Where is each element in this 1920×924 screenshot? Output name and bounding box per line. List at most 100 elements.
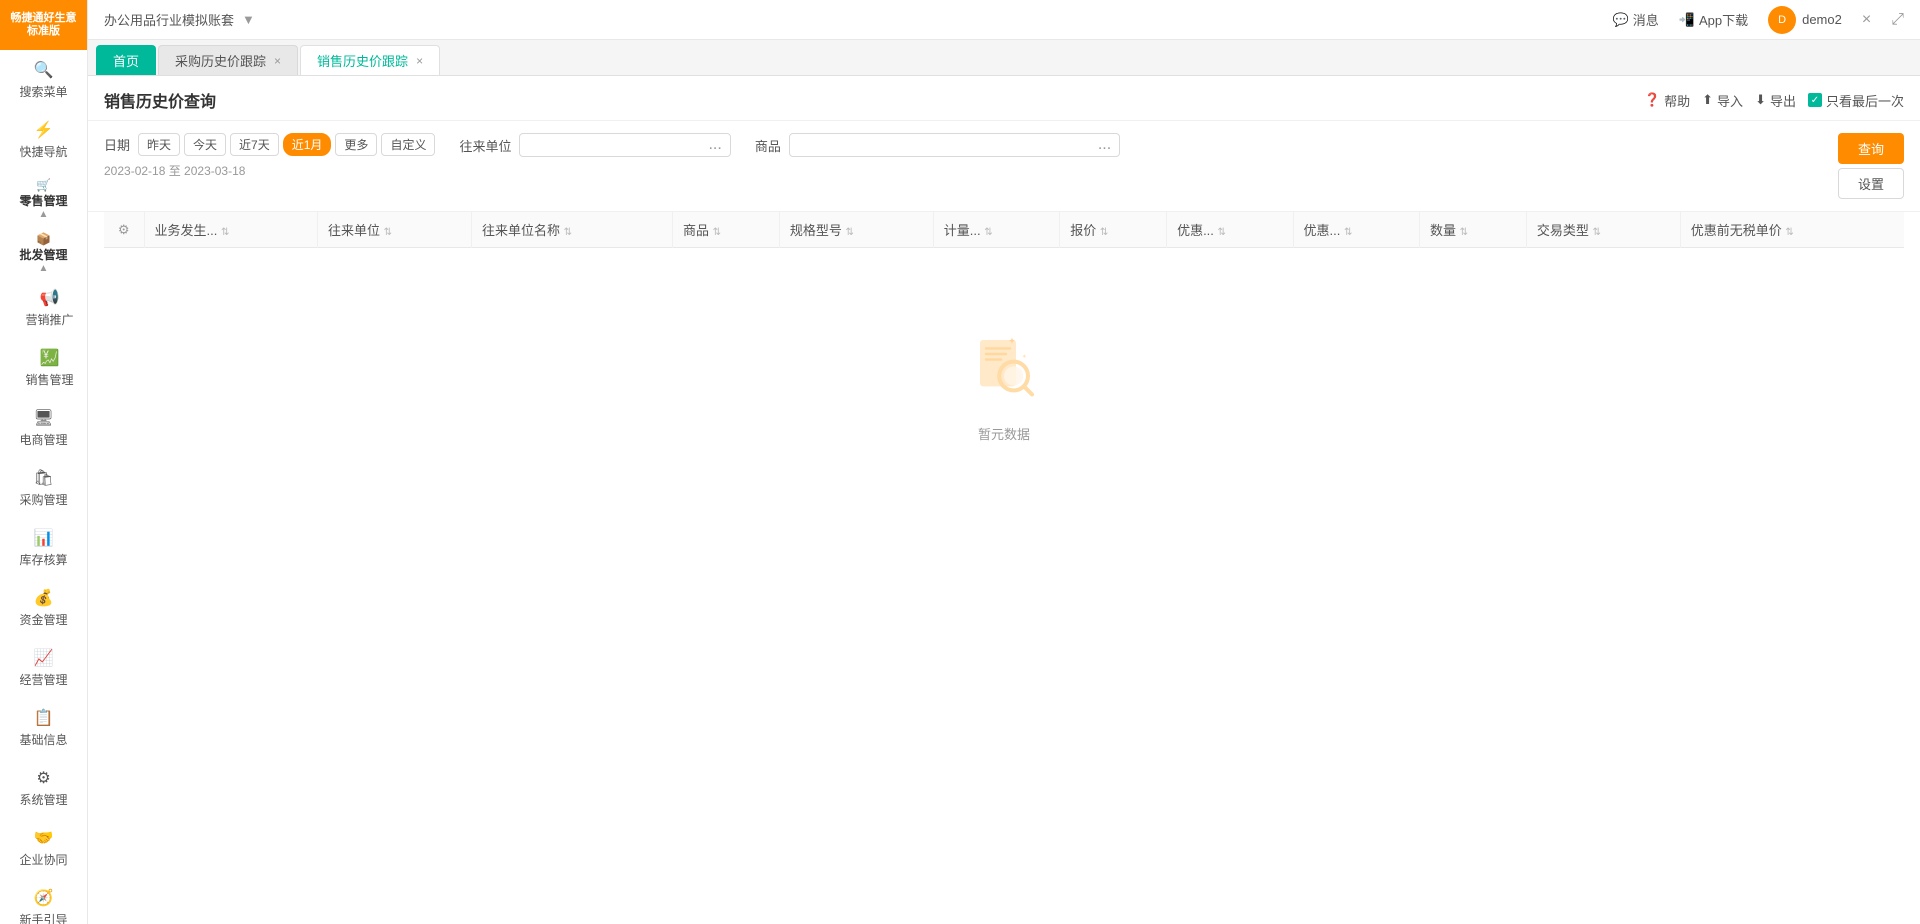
user-menu[interactable]: D demo2 [1768,6,1842,34]
sidebar-item-label-search: 搜索菜单 [19,83,67,100]
sidebar-item-system[interactable]: ⚙ 系统管理 [0,758,87,818]
enterprise-icon: 🤝 [34,828,54,848]
sidebar: 畅捷通好生意 标准版 🔍 搜索菜单 ⚡ 快捷导航 🛒 零售管理 ▲ 📦 批发管理… [0,0,88,924]
sidebar-item-inventory[interactable]: 📊 库存核算 [0,518,87,578]
goods-input[interactable] [798,138,1098,153]
sidebar-item-purchase[interactable]: 🛍 采购管理 [0,458,87,518]
date-btn-7days[interactable]: 近7天 [230,133,279,156]
sidebar-item-label-retail: 零售管理 [19,192,67,209]
message-label: 消息 [1633,10,1659,29]
date-btn-1month[interactable]: 近1月 [283,133,332,156]
col-label-unit: 计量... [944,223,981,238]
counterpart-dots-btn[interactable]: ... [708,136,721,154]
date-range-display: 2023-02-18 至 2023-03-18 [104,162,435,179]
import-btn[interactable]: ⬆ 导入 [1702,91,1743,110]
sidebar-item-label-marketing: 营销推广 [25,311,73,328]
counterpart-filter: 往来单位 ... [459,133,730,157]
table-col-trade-type[interactable]: 交易类型 ⇅ [1526,212,1680,248]
sort-business-date-icon: ⇅ [221,227,229,238]
date-btn-today[interactable]: 今天 [184,133,226,156]
sidebar-item-wholesale-mgmt[interactable]: 📦 批发管理 ▲ [0,224,87,278]
sidebar-item-sales-mgmt[interactable]: 💹 销售管理 [0,338,87,398]
tab-purchase-close-icon[interactable]: × [274,54,281,68]
date-filter-col: 日期 昨天 今天 近7天 近1月 更多 自定义 2023-02-18 至 202… [104,133,435,179]
table-col-counterpart-code[interactable]: 往来单位 ⇅ [318,212,472,248]
query-button[interactable]: 查询 [1838,133,1904,164]
table-col-gear[interactable]: ⚙ [104,212,144,248]
date-filter: 日期 昨天 今天 近7天 近1月 更多 自定义 [104,133,435,156]
col-label-business-date: 业务发生... [155,223,218,238]
goods-dots-btn[interactable]: ... [1098,136,1111,154]
only-last-checkbox[interactable]: ✓ 只看最后一次 [1808,91,1904,110]
dropdown-icon[interactable]: ▼ [242,12,255,27]
sidebar-item-label-purchase: 采购管理 [19,491,67,508]
help-btn[interactable]: ❓ 帮助 [1644,91,1690,110]
table-col-business-date[interactable]: 业务发生... ⇅ [144,212,318,248]
export-btn[interactable]: ⬇ 导出 [1755,91,1796,110]
table-col-discount1[interactable]: 优惠... ⇅ [1167,212,1293,248]
sort-pre-tax-icon: ⇅ [1785,227,1793,238]
col-label-spec: 规格型号 [790,223,842,238]
page-header: 销售历史价查询 ❓ 帮助 ⬆ 导入 ⬇ 导出 ✓ 只看最后一次 [88,76,1920,121]
export-icon: ⬇ [1755,92,1766,108]
col-label-quote: 报价 [1070,223,1096,238]
sidebar-item-operations[interactable]: 📈 经营管理 [0,638,87,698]
empty-state: ✦ ✦ 暂元数据 [88,248,1920,483]
sales-mgmt-icon: 💹 [40,348,60,368]
svg-text:✦: ✦ [1008,336,1016,347]
expand-window-btn[interactable]: ⤢ [1891,11,1904,29]
sidebar-item-label-system: 系统管理 [19,791,67,808]
sidebar-item-retail-mgmt[interactable]: 🛒 零售管理 ▲ [0,170,87,224]
basic-info-icon: 📋 [34,708,54,728]
page-title: 销售历史价查询 [104,88,216,112]
table-col-discount2[interactable]: 优惠... ⇅ [1293,212,1419,248]
message-btn[interactable]: 💬 消息 [1613,10,1659,29]
table-col-quote[interactable]: 报价 ⇅ [1060,212,1167,248]
tab-purchase[interactable]: 采购历史价跟踪 × [158,45,298,75]
table-col-qty[interactable]: 数量 ⇅ [1420,212,1527,248]
retail-mgmt-icon: 🛒 [36,178,51,192]
table-container: ⚙ 业务发生... ⇅ 往来单位 ⇅ 往来单位名称 ⇅ [88,212,1920,248]
retail-arrow-icon: ▲ [39,209,49,220]
table-col-pre-tax[interactable]: 优惠前无税单价 ⇅ [1680,212,1904,248]
wholesale-arrow-icon: ▲ [39,263,49,274]
table-col-goods[interactable]: 商品 ⇅ [672,212,779,248]
sort-spec-icon: ⇅ [845,227,853,238]
svg-text:✦: ✦ [1022,353,1027,360]
filter-section: 日期 昨天 今天 近7天 近1月 更多 自定义 2023-02-18 至 202… [104,133,1904,199]
empty-illustration: ✦ ✦ [964,328,1044,408]
search-menu-icon: 🔍 [34,60,54,80]
sidebar-item-finance[interactable]: 💰 资金管理 [0,578,87,638]
app-download-btn[interactable]: 📲 App下载 [1679,10,1748,29]
page-actions: ❓ 帮助 ⬆ 导入 ⬇ 导出 ✓ 只看最后一次 [1644,91,1904,110]
sidebar-item-basic-info[interactable]: 📋 基础信息 [0,698,87,758]
sidebar-item-quick-nav[interactable]: ⚡ 快捷导航 [0,110,87,170]
sidebar-item-label-operations: 经营管理 [19,671,67,688]
counterpart-input[interactable] [528,138,708,153]
close-window-btn[interactable]: × [1862,11,1871,29]
table-col-unit[interactable]: 计量... ⇅ [933,212,1059,248]
sidebar-item-enterprise[interactable]: 🤝 企业协同 [0,818,87,878]
sidebar-item-new-guide[interactable]: 🧭 新手引导 [0,878,87,924]
operations-icon: 📈 [34,648,54,668]
sidebar-item-marketing[interactable]: 📢 营销推广 [0,278,87,338]
date-btn-custom[interactable]: 自定义 [381,133,435,156]
finance-icon: 💰 [34,588,54,608]
date-btn-yesterday[interactable]: 昨天 [138,133,180,156]
import-label: 导入 [1717,91,1743,110]
account-name: 办公用品行业模拟账套 [104,10,234,29]
sidebar-item-ecommerce[interactable]: 🖥 电商管理 [0,398,87,458]
sidebar-item-search-menu[interactable]: 🔍 搜索菜单 [0,50,87,110]
tab-sales-close-icon[interactable]: × [416,54,423,68]
tab-sales[interactable]: 销售历史价跟踪 × [300,45,440,75]
sort-discount1-icon: ⇅ [1218,227,1226,238]
settings-button[interactable]: 设置 [1838,168,1904,199]
date-btn-more[interactable]: 更多 [335,133,377,156]
sort-goods-icon: ⇅ [713,227,721,238]
filter-area: 日期 昨天 今天 近7天 近1月 更多 自定义 2023-02-18 至 202… [88,121,1920,212]
quick-nav-icon: ⚡ [34,120,54,140]
message-icon: 💬 [1613,12,1629,28]
tab-home[interactable]: 首页 [96,45,156,75]
table-col-counterpart-name[interactable]: 往来单位名称 ⇅ [471,212,672,248]
table-col-spec[interactable]: 规格型号 ⇅ [779,212,933,248]
